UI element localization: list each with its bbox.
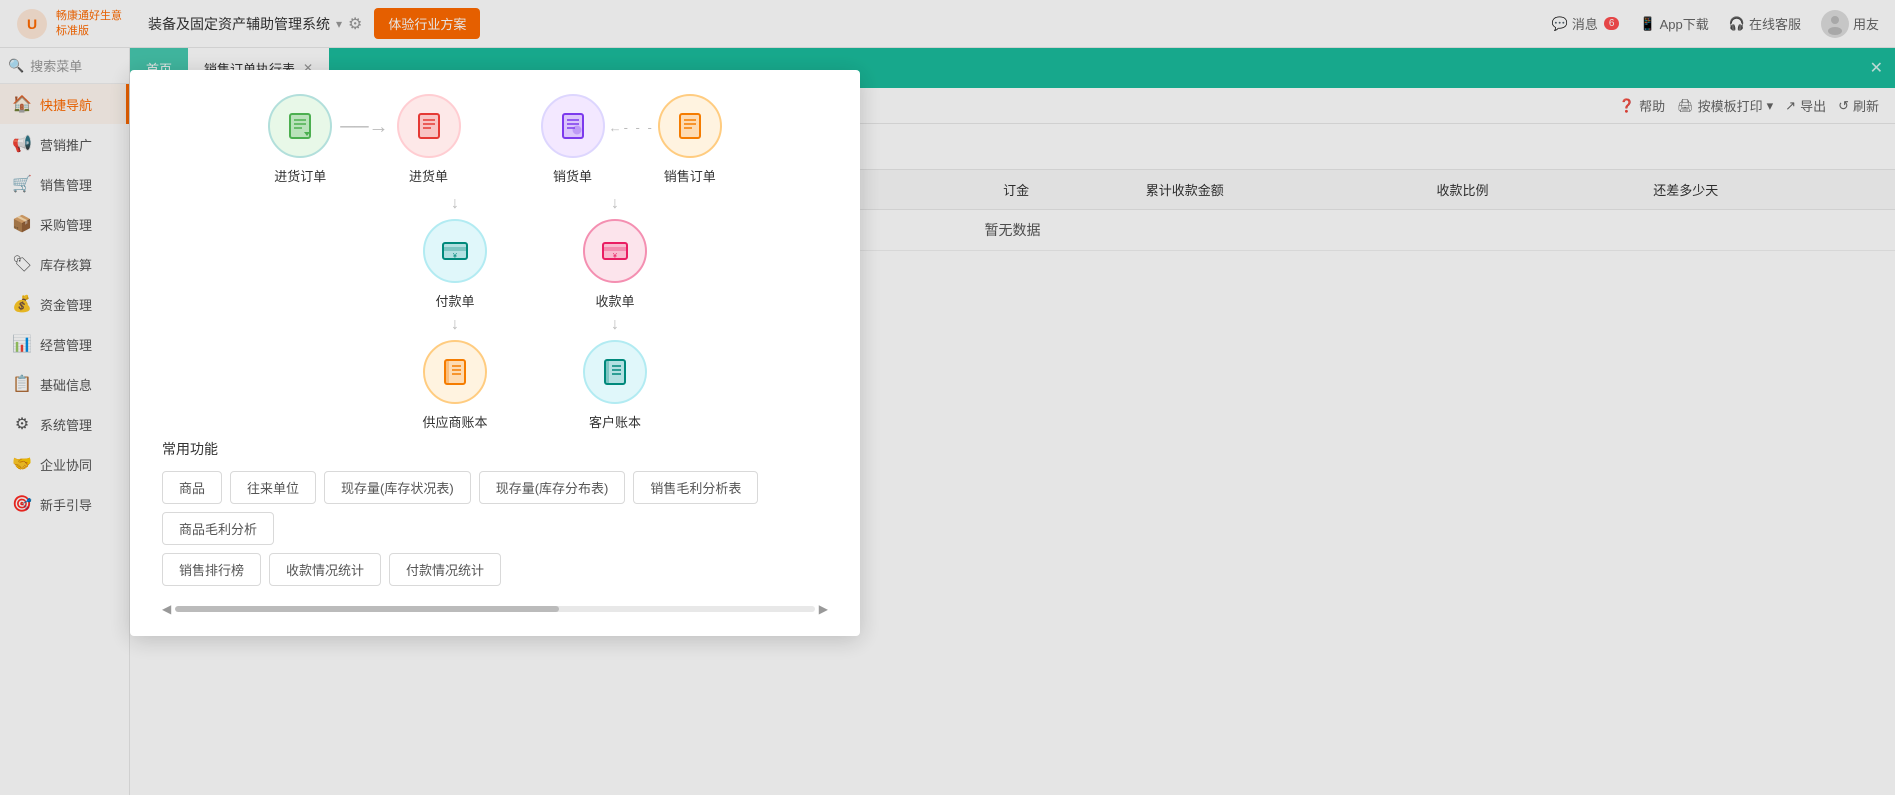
app-container: U 畅康通好生意 标准版 装备及固定资产辅助管理系统 ▾ ⚙ 体验行业方案 💬 … bbox=[0, 0, 1895, 795]
arrow-down-sales: ↓ bbox=[611, 195, 619, 213]
svg-text:¥: ¥ bbox=[613, 253, 617, 260]
flow-col-purchase-bill: ↓ ¥ 付款单 bbox=[415, 193, 495, 310]
flow-row-1: 进货订单 ──→ 进货单 bbox=[268, 94, 722, 185]
flow-circle-customer-ledger bbox=[583, 340, 647, 404]
func-btn-sales-ranking[interactable]: 销售排行榜 bbox=[162, 553, 261, 586]
flow-node-customer-ledger: 客户账本 bbox=[583, 340, 647, 431]
scroll-right-icon[interactable]: ▶ bbox=[819, 602, 828, 616]
flow-node-sales-bill: 销货单 bbox=[541, 94, 605, 185]
modal-scrollbar: ◀ ▶ bbox=[162, 594, 828, 616]
scroll-left-icon[interactable]: ◀ bbox=[162, 602, 171, 616]
common-functions-title: 常用功能 bbox=[162, 439, 828, 459]
flow-label-sales-bill: 销货单 bbox=[553, 166, 592, 185]
arrow-down-purchase: ↓ bbox=[451, 195, 459, 213]
flow-circle-sales-order bbox=[658, 94, 722, 158]
flow-node-receipt: ¥ 收款单 bbox=[583, 219, 647, 310]
flow-circle-supplier-ledger bbox=[423, 340, 487, 404]
arrow-left-dashed: ←- - - bbox=[609, 120, 654, 159]
func-btn-payment-stats[interactable]: 付款情况统计 bbox=[389, 553, 501, 586]
flow-row-ledgers: ↓ 供应商账本 ↓ bbox=[162, 314, 828, 431]
flow-label-purchase-bill: 进货单 bbox=[409, 166, 448, 185]
func-btn-product[interactable]: 商品 bbox=[162, 471, 222, 504]
func-btn-product-margin[interactable]: 商品毛利分析 bbox=[162, 512, 274, 545]
scrollbar-track[interactable] bbox=[175, 606, 815, 612]
func-btn-receipt-stats[interactable]: 收款情况统计 bbox=[269, 553, 381, 586]
flow-row-arrows: ↓ ¥ 付款单 ↓ bbox=[162, 193, 828, 310]
flow-col-receipt: ↓ 客户账本 bbox=[575, 314, 655, 431]
flow-label-customer-ledger: 客户账本 bbox=[589, 412, 641, 431]
flow-node-purchase-bill: 进货单 bbox=[397, 94, 461, 185]
func-btn-stock-distribution[interactable]: 现存量(库存分布表) bbox=[479, 471, 626, 504]
flow-label-sales-order: 销售订单 bbox=[664, 166, 716, 185]
common-functions: 常用功能 商品 往来单位 现存量(库存状况表) 现存量(库存分布表) 销售毛利分… bbox=[162, 439, 828, 586]
flow-node-payment: ¥ 付款单 bbox=[423, 219, 487, 310]
svg-text:¥: ¥ bbox=[453, 253, 457, 260]
arrow-right-1: ──→ bbox=[340, 116, 388, 163]
flow-diagram: 进货订单 ──→ 进货单 bbox=[162, 94, 828, 431]
func-btn-sales-margin[interactable]: 销售毛利分析表 bbox=[633, 471, 758, 504]
flow-circle-payment: ¥ bbox=[423, 219, 487, 283]
flow-node-purchase-order: 进货订单 bbox=[268, 94, 332, 185]
modal-overlay: 进货订单 ──→ 进货单 bbox=[0, 0, 1895, 795]
flow-label-payment: 付款单 bbox=[435, 291, 474, 310]
flow-node-supplier-ledger: 供应商账本 bbox=[422, 340, 487, 431]
flow-label-supplier-ledger: 供应商账本 bbox=[422, 412, 487, 431]
flow-circle-receipt: ¥ bbox=[583, 219, 647, 283]
flow-label-receipt: 收款单 bbox=[595, 291, 634, 310]
arrow-down-payment: ↓ bbox=[451, 316, 459, 334]
func-btn-stock-status[interactable]: 现存量(库存状况表) bbox=[324, 471, 471, 504]
flow-circle-purchase-order bbox=[268, 94, 332, 158]
func-btns-row2: 销售排行榜 收款情况统计 付款情况统计 bbox=[162, 553, 828, 586]
flow-label-purchase-order: 进货订单 bbox=[274, 166, 326, 185]
func-btns-row1: 商品 往来单位 现存量(库存状况表) 现存量(库存分布表) 销售毛利分析表 商品… bbox=[162, 471, 828, 545]
arrow-down-receipt: ↓ bbox=[611, 316, 619, 334]
flow-circle-purchase-bill bbox=[397, 94, 461, 158]
flow-node-sales-order: 销售订单 bbox=[658, 94, 722, 185]
modal-box: 进货订单 ──→ 进货单 bbox=[130, 70, 860, 636]
flow-col-sales-bill: ↓ ¥ 收款单 bbox=[575, 193, 655, 310]
flow-col-payment: ↓ 供应商账本 bbox=[415, 314, 495, 431]
flow-circle-sales-bill bbox=[541, 94, 605, 158]
func-btn-parties[interactable]: 往来单位 bbox=[230, 471, 316, 504]
scrollbar-thumb bbox=[175, 606, 559, 612]
